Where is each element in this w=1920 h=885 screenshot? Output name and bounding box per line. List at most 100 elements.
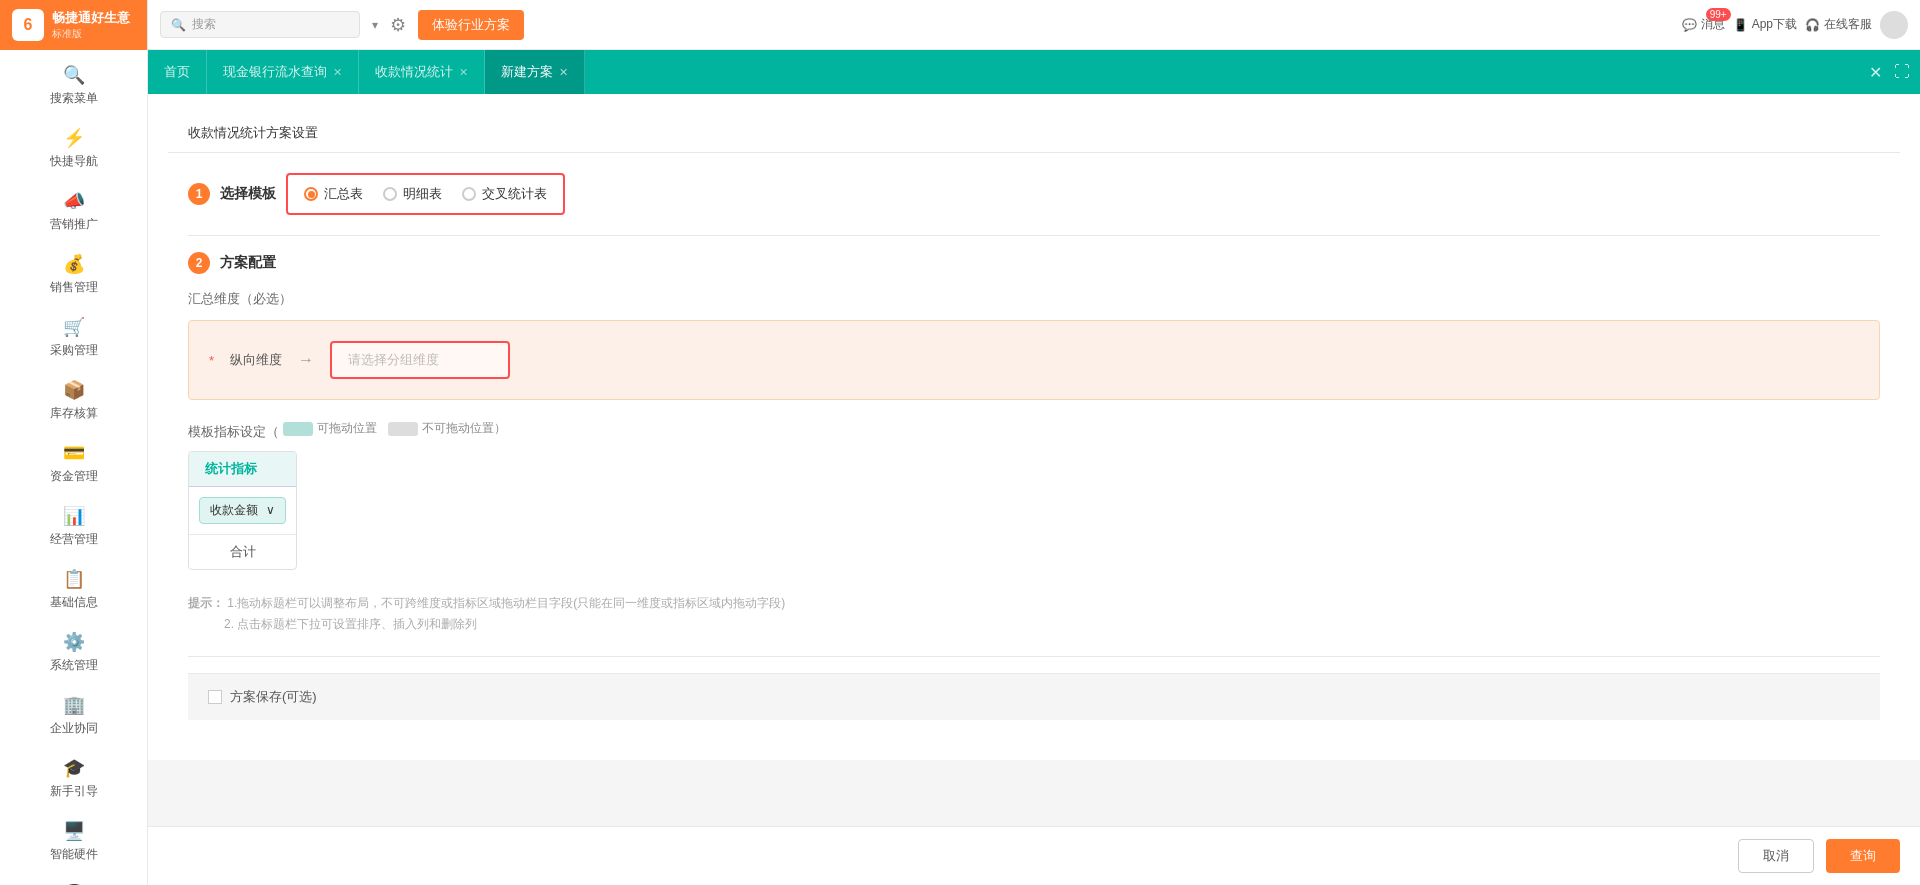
huizong-label: 汇总维度（必选） [188, 290, 1880, 308]
logo-text: 畅捷通好生意 [52, 9, 130, 27]
page-content: 收款情况统计方案设置 1 选择模板 汇总表 [148, 94, 1920, 826]
sidebar-label-5: 库存核算 [50, 405, 98, 422]
support-btn[interactable]: 🎧 在线客服 [1805, 16, 1872, 33]
tab-payment-stats-close[interactable]: ✕ [459, 66, 468, 79]
message-icon: 💬 [1682, 18, 1697, 32]
tab-spacer [585, 50, 1859, 94]
sidebar-item-9[interactable]: ⚙️ 系统管理 [0, 621, 147, 684]
industry-btn[interactable]: 体验行业方案 [418, 10, 524, 40]
dimension-selector[interactable]: 请选择分组维度 [330, 341, 510, 379]
metrics-tag-arrow: ∨ [266, 503, 275, 517]
tips-section: 提示： 1.拖动标题栏可以调整布局，不可跨维度或指标区域拖动栏目字段(只能在同一… [188, 593, 1880, 636]
sidebar-icon-11: 🎓 [63, 757, 85, 779]
user-avatar[interactable] [1880, 11, 1908, 39]
draggable-dot [283, 422, 313, 436]
cancel-button[interactable]: 取消 [1738, 839, 1814, 873]
metrics-table-header: 统计指标 [189, 452, 296, 487]
logo-icon: 6 [12, 9, 44, 41]
app-download-btn[interactable]: 📱 App下载 [1733, 16, 1797, 33]
radio-crossstats-label: 交叉统计表 [482, 185, 547, 203]
sidebar-icon-3: 💰 [63, 253, 85, 275]
sidebar-icon-7: 📊 [63, 505, 85, 527]
tab-new-plan[interactable]: 新建方案 ✕ [485, 50, 585, 94]
tab-home[interactable]: 首页 [148, 50, 207, 94]
breadcrumb-text: 收款情况统计方案设置 [188, 125, 318, 140]
radio-mingxi-circle [383, 187, 397, 201]
app-download-label: App下载 [1752, 16, 1797, 33]
metrics-section: 模板指标设定（ 可拖动位置 不可拖动位置） [188, 420, 1880, 573]
dimension-placeholder: 请选择分组维度 [348, 351, 439, 369]
tab-bank-flow-label: 现金银行流水查询 [223, 63, 327, 81]
sidebar-item-5[interactable]: 📦库存核算 [0, 369, 147, 432]
main-area: 🔍 搜索 ▾ ⚙ 体验行业方案 💬 消息 99+ 📱 App下载 🎧 在线客服 [148, 0, 1920, 885]
required-star: * [209, 353, 214, 368]
sidebar-label-11: 新手引导 [50, 783, 98, 800]
metrics-table: 统计指标 收款金额 ∨ 合计 [188, 451, 297, 570]
support-icon: 🎧 [1805, 18, 1820, 32]
sidebar-item-12[interactable]: 🖥️ 智能硬件 [0, 810, 147, 873]
sidebar-icon-2: 📣 [63, 190, 85, 212]
tab-close-all-icon[interactable]: ✕ [1869, 63, 1882, 82]
radio-huizong[interactable]: 汇总表 [304, 185, 363, 203]
template-box: 汇总表 明细表 交叉统计表 [286, 173, 565, 215]
radio-crossstats[interactable]: 交叉统计表 [462, 185, 547, 203]
sidebar-item-10[interactable]: 🏢 企业协同 [0, 684, 147, 747]
sidebar: 6 畅捷通好生意 标准版 🔍搜索菜单⚡快捷导航📣营销推广💰销售管理🛒采购管理📦库… [0, 0, 148, 885]
sidebar-icon-9: ⚙️ [63, 631, 85, 653]
fixed-label: 不可拖动位置） [422, 420, 506, 437]
radio-crossstats-circle [462, 187, 476, 201]
sidebar-icon-12: 🖥️ [63, 820, 85, 842]
radio-huizong-label: 汇总表 [324, 185, 363, 203]
action-bar: 取消 查询 [148, 826, 1920, 885]
footer-divider [188, 656, 1880, 657]
support-label: 在线客服 [1824, 16, 1872, 33]
draggable-label: 可拖动位置 [317, 420, 377, 437]
sidebar-item-7[interactable]: 📊 经营管理 [0, 495, 147, 558]
sidebar-nav: 🔍搜索菜单⚡快捷导航📣营销推广💰销售管理🛒采购管理📦库存核算💳资金管理 📊 经营管理… [0, 50, 147, 885]
tab-maximize-icon[interactable]: ⛶ [1894, 63, 1910, 81]
metrics-header: 模板指标设定（ 可拖动位置 不可拖动位置） [188, 420, 1880, 441]
radio-mingxi[interactable]: 明细表 [383, 185, 442, 203]
search-box[interactable]: 🔍 搜索 [160, 11, 360, 38]
metrics-header-text: 模板指标设定（ 可拖动位置 不可拖动位置） [188, 420, 506, 441]
step1-badge: 1 [188, 183, 210, 205]
sidebar-item-6[interactable]: 💳资金管理 [0, 432, 147, 495]
sidebar-item-1[interactable]: ⚡快捷导航 [0, 117, 147, 180]
sidebar-item-8[interactable]: 📋基础信息 [0, 558, 147, 621]
footer-section: 方案保存(可选) [188, 673, 1880, 720]
sidebar-label-1: 快捷导航 [50, 153, 98, 170]
sidebar-item-13[interactable]: 💬企业微信 [0, 873, 147, 885]
sidebar-item-3[interactable]: 💰销售管理 [0, 243, 147, 306]
tip-2: 2. 点击标题栏下拉可设置排序、插入列和删除列 [224, 617, 477, 631]
step1-section: 1 选择模板 汇总表 明细表 [188, 173, 1880, 215]
fixed-legend: 不可拖动位置） [388, 420, 506, 437]
query-button[interactable]: 查询 [1826, 839, 1900, 873]
sidebar-item-11[interactable]: 🎓 新手引导 [0, 747, 147, 810]
sidebar-item-2[interactable]: 📣营销推广 [0, 180, 147, 243]
metrics-subtotal: 合计 [189, 534, 296, 569]
sidebar-label-7: 经营管理 [50, 531, 98, 548]
search-dropdown-arrow[interactable]: ▾ [372, 18, 378, 32]
notifications-btn[interactable]: 💬 消息 99+ [1682, 16, 1725, 33]
tab-bank-flow-close[interactable]: ✕ [333, 66, 342, 79]
dimension-row: * 纵向维度 → 请选择分组维度 [209, 341, 1859, 379]
tab-new-plan-close[interactable]: ✕ [559, 66, 568, 79]
draggable-legend: 可拖动位置 [283, 420, 377, 437]
tab-bank-flow[interactable]: 现金银行流水查询 ✕ [207, 50, 359, 94]
save-checkbox-box[interactable] [208, 690, 222, 704]
sidebar-item-0[interactable]: 🔍搜索菜单 [0, 54, 147, 117]
download-icon: 📱 [1733, 18, 1748, 32]
sidebar-icon-10: 🏢 [63, 694, 85, 716]
save-checkbox[interactable]: 方案保存(可选) [208, 688, 1860, 706]
sidebar-label-12: 智能硬件 [50, 846, 98, 863]
step2-header: 2 方案配置 [188, 252, 1880, 274]
top-bar-actions: 💬 消息 99+ 📱 App下载 🎧 在线客服 [1682, 11, 1908, 39]
sidebar-label-10: 企业协同 [50, 720, 98, 737]
sidebar-label-9: 系统管理 [50, 657, 98, 674]
sidebar-icon-8: 📋 [63, 568, 85, 590]
sidebar-item-4[interactable]: 🛒采购管理 [0, 306, 147, 369]
tab-payment-stats[interactable]: 收款情况统计 ✕ [359, 50, 485, 94]
gear-icon[interactable]: ⚙ [390, 14, 406, 36]
metrics-tag-payment[interactable]: 收款金额 ∨ [199, 497, 286, 524]
metrics-tag-row: 收款金额 ∨ [189, 487, 296, 534]
